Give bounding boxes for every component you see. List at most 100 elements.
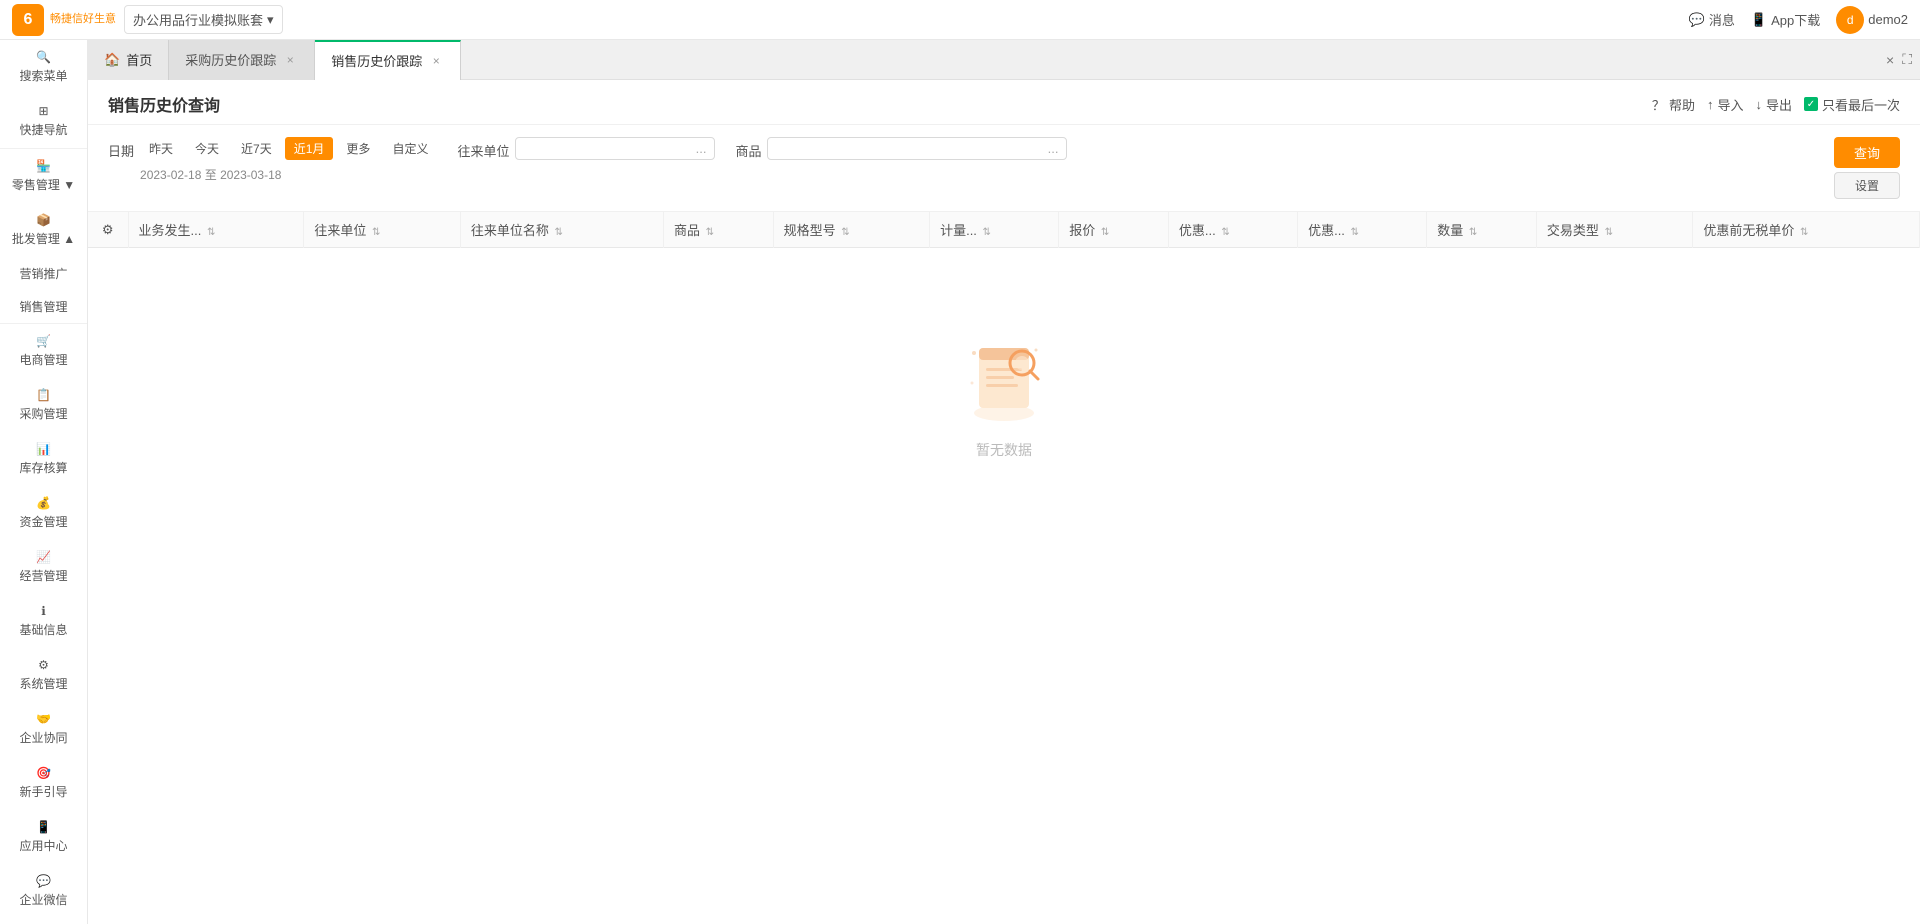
sidebar-item-purchase-mgmt[interactable]: 📋 采购管理 (0, 378, 87, 432)
purchase-icon: 📋 (36, 388, 51, 402)
top-bar-right: 💬 消息 📱 App下载 d demo2 (1689, 6, 1908, 34)
export-btn[interactable]: ↓ 导出 (1755, 95, 1792, 114)
sidebar-item-label: 企业微信 (19, 891, 67, 908)
date-btn-more[interactable]: 更多 (337, 137, 379, 160)
only-last-checkbox[interactable]: ✓ (1804, 97, 1818, 111)
import-label: 导入 (1717, 95, 1743, 114)
col-quote-label: 报价 (1069, 223, 1095, 238)
user-action[interactable]: d demo2 (1836, 6, 1908, 34)
data-table: ⚙ 业务发生... ⇅ 往来单位 ⇅ 往来单位名称 (88, 212, 1920, 248)
sidebar-item-label: 营销推广 (19, 267, 67, 281)
page-actions: ？ 帮助 ↑ 导入 ↓ 导出 ✓ 只看最后一次 (1652, 95, 1900, 114)
message-label: 消息 (1709, 10, 1735, 29)
help-btn[interactable]: ？ 帮助 (1652, 95, 1695, 114)
app-selector[interactable]: 办公用品行业模拟账套 ▾ (124, 5, 283, 34)
col-spec[interactable]: 规格型号 ⇅ (773, 212, 929, 248)
app-download-label: App下载 (1771, 10, 1820, 29)
col-settings[interactable]: ⚙ (88, 212, 128, 248)
sidebar-sub-sales-mgmt[interactable]: 销售管理 (0, 290, 87, 323)
col-quantity-label: 数量 (1437, 223, 1463, 238)
sidebar-item-enterprise-collab[interactable]: 🤝 企业协同 (0, 702, 87, 756)
col-partner-label: 往来单位 (314, 223, 366, 238)
empty-state: 暂无数据 (88, 248, 1920, 540)
sidebar-item-basic-info[interactable]: ℹ 基础信息 (0, 594, 87, 648)
tab-close-purchase[interactable]: × (282, 52, 298, 68)
sort-icon-unit: ⇅ (983, 227, 991, 238)
product-input[interactable]: ... (767, 137, 1067, 160)
query-button[interactable]: 查询 (1834, 137, 1900, 168)
tab-purchase-history[interactable]: 采购历史价跟踪 × (169, 40, 315, 80)
col-quantity[interactable]: 数量 ⇅ (1427, 212, 1537, 248)
page-title: 销售历史价查询 (108, 92, 220, 116)
sidebar-item-quick-nav[interactable]: ⊞ 快捷导航 (0, 94, 87, 148)
setting-button[interactable]: 设置 (1834, 172, 1900, 199)
sidebar-item-label: 批发管理 ▲ (12, 230, 75, 247)
sort-icon-discount1: ⇅ (1221, 227, 1229, 238)
sidebar-item-member[interactable]: 👑 畅会员 (0, 918, 87, 924)
sidebar-item-app-center[interactable]: 📱 应用中心 (0, 810, 87, 864)
sidebar-item-label: 销售管理 (19, 300, 67, 314)
import-icon: ↑ (1707, 97, 1714, 112)
sidebar-item-system-mgmt[interactable]: ⚙ 系统管理 (0, 648, 87, 702)
col-unit[interactable]: 计量... ⇅ (930, 212, 1059, 248)
sidebar-item-search-menu[interactable]: 🔍 搜索菜单 (0, 40, 87, 94)
tab-home[interactable]: 🏠 首页 (88, 40, 169, 80)
col-discount2[interactable]: 优惠... ⇅ (1298, 212, 1427, 248)
sort-icon-partner-name: ⇅ (554, 227, 562, 238)
col-trade-type[interactable]: 交易类型 ⇅ (1536, 212, 1692, 248)
date-btn-7days[interactable]: 近7天 (232, 137, 281, 160)
source-unit-input[interactable]: ... (515, 137, 715, 160)
help-icon: ？ (1652, 95, 1665, 114)
tab-label: 采购历史价跟踪 (185, 50, 276, 69)
download-icon: 📱 (1751, 12, 1767, 28)
app-download-action[interactable]: 📱 App下载 (1751, 10, 1820, 29)
col-partner-name[interactable]: 往来单位名称 ⇅ (460, 212, 663, 248)
sidebar-item-label: 应用中心 (19, 837, 67, 854)
sidebar-item-retail-mgmt[interactable]: 🏪 零售管理 ▼ (0, 148, 87, 203)
date-btn-custom[interactable]: 自定义 (383, 137, 437, 160)
sidebar-item-label: 库存核算 (19, 459, 67, 476)
product-filter-group: 商品 ... (735, 137, 1067, 160)
date-filter-group: 日期 昨天 今天 近7天 近1月 更多 自定义 2023-02-18 至 202… (108, 137, 437, 183)
date-btn-today[interactable]: 今天 (186, 137, 228, 160)
close-all-tabs-icon[interactable]: × (1886, 52, 1894, 68)
col-product[interactable]: 商品 ⇅ (663, 212, 773, 248)
export-icon: ↓ (1755, 97, 1762, 112)
user-label: demo2 (1868, 12, 1908, 27)
tab-sales-history[interactable]: 销售历史价跟踪 × (315, 40, 461, 80)
message-action[interactable]: 💬 消息 (1689, 10, 1735, 29)
maximize-icon[interactable]: ⛶ (1902, 51, 1912, 68)
col-discount2-label: 优惠... (1308, 223, 1345, 238)
sidebar-item-inventory-check[interactable]: 📊 库存核算 (0, 432, 87, 486)
date-btn-1month[interactable]: 近1月 (285, 137, 334, 160)
sidebar-item-wholesale-mgmt[interactable]: 📦 批发管理 ▲ (0, 203, 87, 257)
sidebar-item-label: 电商管理 (19, 351, 67, 368)
sidebar-item-label: 新手引导 (19, 783, 67, 800)
col-discount1[interactable]: 优惠... ⇅ (1168, 212, 1297, 248)
sidebar-item-new-user-guide[interactable]: 🎯 新手引导 (0, 756, 87, 810)
sidebar-sub-marketing[interactable]: 营销推广 (0, 257, 87, 290)
sort-icon-quote: ⇅ (1101, 227, 1109, 238)
sidebar-item-ecom-mgmt[interactable]: 🛒 电商管理 (0, 323, 87, 378)
sort-icon-trade-type: ⇅ (1605, 227, 1613, 238)
product-dots: ... (1048, 141, 1059, 156)
empty-icon (954, 328, 1054, 428)
settings-icon: ⚙ (102, 222, 114, 237)
sidebar-item-label: 经营管理 (19, 567, 67, 584)
sort-icon-pretax-price: ⇅ (1800, 227, 1808, 238)
sidebar-item-finance-mgmt[interactable]: 💰 资金管理 (0, 486, 87, 540)
col-partner[interactable]: 往来单位 ⇅ (304, 212, 460, 248)
export-label: 导出 (1766, 95, 1792, 114)
col-pretax-price[interactable]: 优惠前无税单价 ⇅ (1693, 212, 1920, 248)
only-last-checkbox-label[interactable]: ✓ 只看最后一次 (1804, 95, 1900, 114)
col-biz-date[interactable]: 业务发生... ⇅ (128, 212, 304, 248)
product-label: 商品 (735, 137, 761, 160)
tab-bar: 🏠 首页 采购历史价跟踪 × 销售历史价跟踪 × × ⛶ (88, 40, 1920, 80)
col-quote[interactable]: 报价 ⇅ (1059, 212, 1169, 248)
date-btn-yesterday[interactable]: 昨天 (140, 137, 182, 160)
sidebar-item-ops-mgmt[interactable]: 📈 经营管理 (0, 540, 87, 594)
sidebar-item-enterprise-wechat[interactable]: 💬 企业微信 (0, 864, 87, 918)
empty-illustration (954, 328, 1054, 428)
tab-close-sales[interactable]: × (428, 53, 444, 69)
import-btn[interactable]: ↑ 导入 (1707, 95, 1744, 114)
